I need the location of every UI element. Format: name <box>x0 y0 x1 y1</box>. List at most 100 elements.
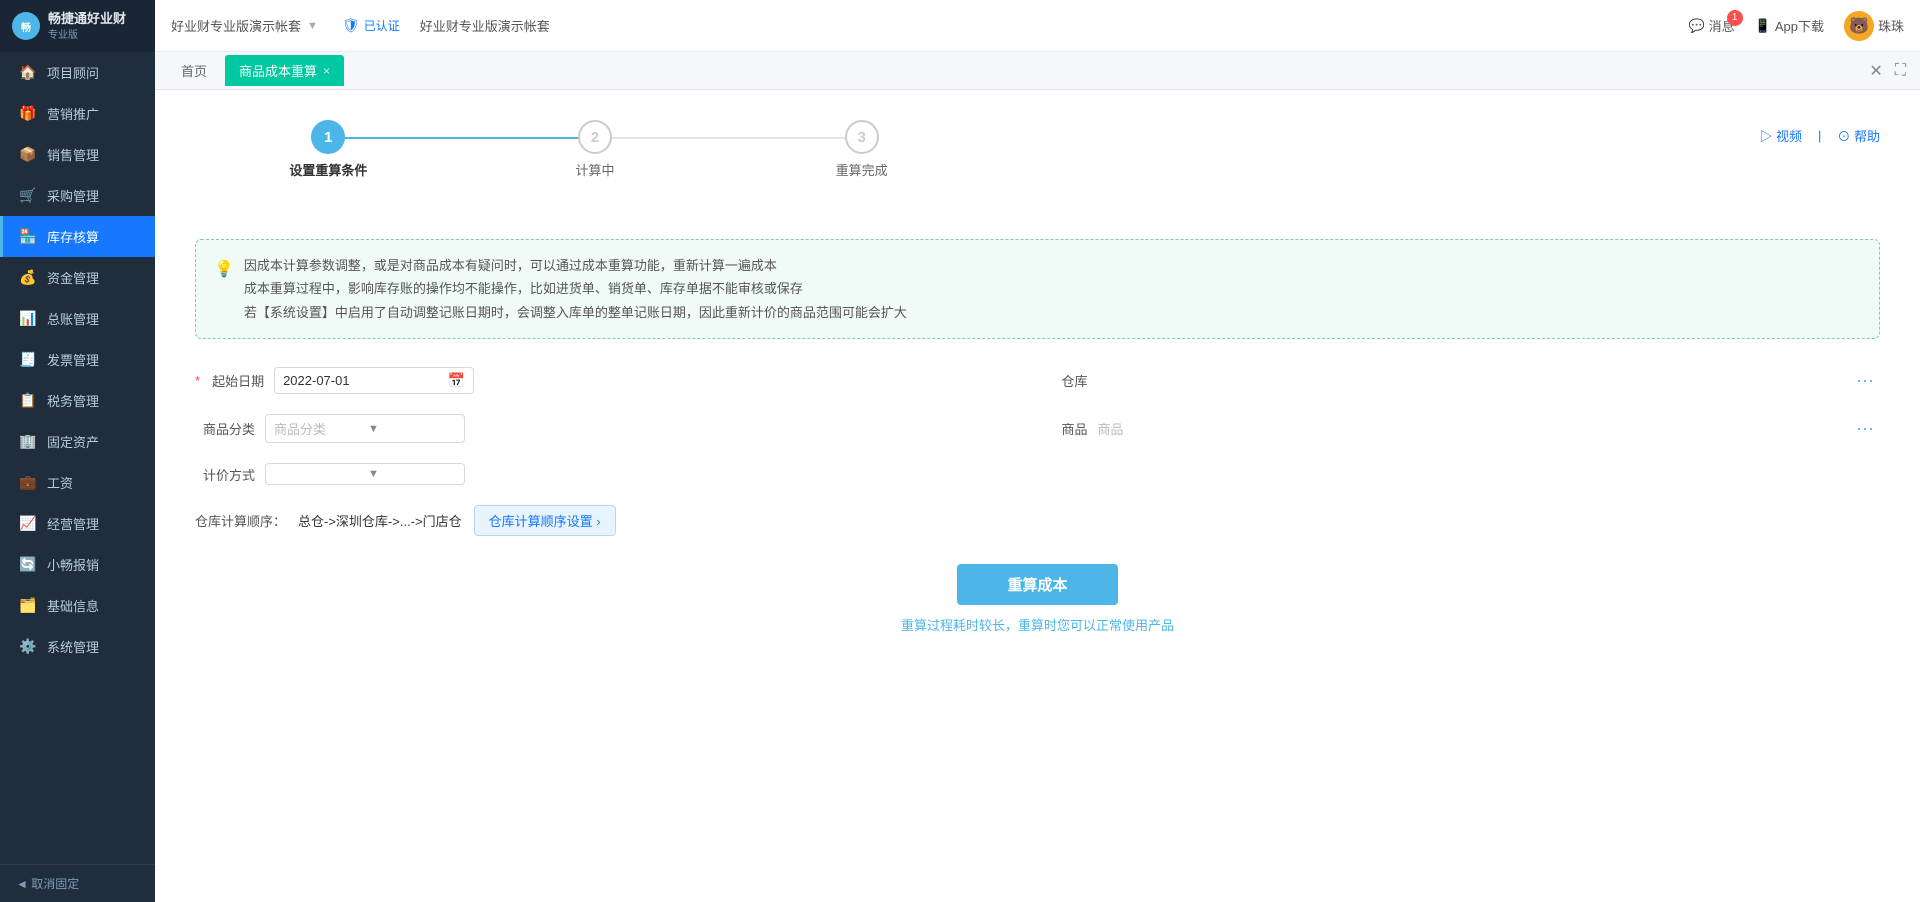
warehouse-select-btn[interactable]: ··· <box>1850 368 1880 393</box>
marketing-icon: 🎁 <box>19 105 37 122</box>
form-row-2: 商品分类 商品分类 ▼ 商品 商品 ··· <box>195 414 1880 443</box>
inventory-icon: 🏪 <box>19 228 37 245</box>
sidebar-item-marketing[interactable]: 🎁 营销推广 <box>0 93 155 134</box>
close-window-icon[interactable]: ✕ <box>1867 59 1884 83</box>
topbar-right: 💬 消息 1 📱 App下载 🐻 珠珠 <box>1688 11 1904 41</box>
message-icon: 💬 <box>1688 18 1704 34</box>
form-section: * 起始日期 📅 仓库 ··· 商品分类 <box>195 367 1880 485</box>
goods-placeholder: 商品 <box>1098 419 1841 438</box>
recalc-hint: 重算过程耗时较长，重算时您可以正常使用产品 <box>901 615 1174 634</box>
invoice-icon: 🧾 <box>19 351 37 368</box>
app-edition: 专业版 <box>48 26 126 41</box>
step-3-label: 重算完成 <box>836 160 888 179</box>
warehouse-label: 仓库 <box>1048 371 1088 390</box>
pricing-label: 计价方式 <box>195 465 255 484</box>
sidebar-item-finance[interactable]: 💰 资金管理 <box>0 257 155 298</box>
expense-icon: 🔄 <box>19 556 37 573</box>
category-chevron-icon: ▼ <box>368 423 456 435</box>
start-date-label: 起始日期 <box>212 371 264 390</box>
sidebar-item-accounting[interactable]: 📊 总账管理 <box>0 298 155 339</box>
video-link[interactable]: ▷ 视频 <box>1759 126 1802 145</box>
accounting-icon: 📊 <box>19 310 37 327</box>
step-2-label: 计算中 <box>576 160 615 179</box>
bulb-icon: 💡 <box>214 256 234 324</box>
info-box: 💡 因成本计算参数调整，或是对商品成本有疑问时，可以通过成本重算功能，重新计算一… <box>195 239 1880 339</box>
sidebar-item-expense[interactable]: 🔄 小畅报销 <box>0 544 155 585</box>
start-date-input-wrapper[interactable]: 📅 <box>274 367 474 394</box>
topbar: 好业财专业版演示帐套 ▼ 🛡 已认证 好业财专业版演示帐套 💬 消息 1 📱 A… <box>155 0 1920 52</box>
sidebar-item-purchase[interactable]: 🛒 采购管理 <box>0 175 155 216</box>
warehouse-group: 仓库 ··· <box>1048 368 1881 393</box>
step-1-line <box>328 137 595 139</box>
step-1-circle: 1 <box>311 120 345 154</box>
avatar: 🐻 <box>1844 11 1874 41</box>
sidebar-item-inventory[interactable]: 🏪 库存核算 <box>0 216 155 257</box>
sidebar-scroll: 🏠 项目顾问 🎁 营销推广 📦 销售管理 🛒 采购管理 🏪 库存核算 💰 资金管… <box>0 52 155 864</box>
finance-icon: 💰 <box>19 269 37 286</box>
warehouse-order-value: 总仓->深圳仓库->...->门店仓 <box>298 511 462 530</box>
info-line-2: 成本重算过程中，影响库存账的操作均不能操作，比如进货单、销货单、库存单据不能审核… <box>244 277 907 300</box>
step-2-line <box>595 137 862 139</box>
step-2-circle: 2 <box>578 120 612 154</box>
pricing-chevron-icon: ▼ <box>368 468 456 480</box>
main-area: 好业财专业版演示帐套 ▼ 🛡 已认证 好业财专业版演示帐套 💬 消息 1 📱 A… <box>155 0 1920 902</box>
category-label: 商品分类 <box>195 419 255 438</box>
warehouse-order-row: 仓库计算顺序： 总仓->深圳仓库->...->门店仓 仓库计算顺序设置 › <box>195 505 1880 536</box>
step-3-circle: 3 <box>845 120 879 154</box>
tab-home[interactable]: 首页 <box>167 55 221 86</box>
start-date-group: * 起始日期 📅 <box>195 367 1028 394</box>
shield-icon: 🛡 <box>342 17 360 34</box>
steps-help: ▷ 视频 | ⊙ 帮助 <box>1759 120 1880 145</box>
sidebar-item-sales[interactable]: 📦 销售管理 <box>0 134 155 175</box>
account-selector[interactable]: 好业财专业版演示帐套 ▼ <box>171 16 318 35</box>
calendar-icon[interactable]: 📅 <box>448 372 465 389</box>
pricing-group: 计价方式 ▼ <box>195 463 1028 485</box>
action-section: 重算成本 重算过程耗时较长，重算时您可以正常使用产品 <box>195 564 1880 634</box>
app-name: 畅捷通好业财 <box>48 11 126 27</box>
tabbar: 首页 商品成本重算 × ✕ ⛶ <box>155 52 1920 90</box>
sidebar-item-salary[interactable]: 💼 工资 <box>0 462 155 503</box>
tax-icon: 📋 <box>19 392 37 409</box>
pricing-select[interactable]: ▼ <box>265 463 465 485</box>
help-link[interactable]: ⊙ 帮助 <box>1837 126 1880 145</box>
expand-icon[interactable]: ⛶ <box>1893 60 1908 82</box>
step-1-label: 设置重算条件 <box>289 160 367 179</box>
start-date-input[interactable] <box>283 373 442 388</box>
sidebar-item-tax[interactable]: 📋 税务管理 <box>0 380 155 421</box>
system-icon: ⚙️ <box>19 638 37 655</box>
sidebar-item-operation[interactable]: 📈 经营管理 <box>0 503 155 544</box>
phone-icon: 📱 <box>1755 18 1771 34</box>
sidebar-item-basic[interactable]: 🗂️ 基础信息 <box>0 585 155 626</box>
required-star: * <box>195 373 200 388</box>
basic-icon: 🗂️ <box>19 597 37 614</box>
sidebar-item-invoice[interactable]: 🧾 发票管理 <box>0 339 155 380</box>
content-area: 1 设置重算条件 2 计算中 3 <box>155 90 1920 902</box>
tab-close-icon[interactable]: × <box>323 64 330 78</box>
goods-label: 商品 <box>1048 419 1088 438</box>
form-row-1: * 起始日期 📅 仓库 ··· <box>195 367 1880 394</box>
messages-button[interactable]: 💬 消息 1 <box>1688 16 1734 35</box>
sidebar-item-system[interactable]: ⚙️ 系统管理 <box>0 626 155 667</box>
goods-select-btn[interactable]: ··· <box>1850 416 1880 441</box>
sidebar-item-project[interactable]: 🏠 项目顾问 <box>0 52 155 93</box>
step-2: 2 计算中 <box>462 120 729 179</box>
project-icon: 🏠 <box>19 64 37 81</box>
info-line-3: 若【系统设置】中启用了自动调整记账日期时，会调整入库单的整单记账日期，因此重新计… <box>244 301 907 324</box>
tab-recalc[interactable]: 商品成本重算 × <box>225 55 344 86</box>
category-select[interactable]: 商品分类 ▼ <box>265 414 465 443</box>
info-line-1: 因成本计算参数调整，或是对商品成本有疑问时，可以通过成本重算功能，重新计算一遍成… <box>244 254 907 277</box>
sidebar: 畅 畅捷通好业财 专业版 🏠 项目顾问 🎁 营销推广 📦 销售管理 🛒 采购管理… <box>0 0 155 902</box>
assets-icon: 🏢 <box>19 433 37 450</box>
messages-badge: 1 <box>1727 10 1743 26</box>
user-avatar-button[interactable]: 🐻 珠珠 <box>1844 11 1904 41</box>
warehouse-order-settings-btn[interactable]: 仓库计算顺序设置 › <box>474 505 616 536</box>
sales-icon: 📦 <box>19 146 37 163</box>
step-1: 1 设置重算条件 <box>195 120 462 179</box>
sidebar-unpin-button[interactable]: ◄ 取消固定 <box>0 864 155 902</box>
recalc-button[interactable]: 重算成本 <box>957 564 1117 605</box>
sidebar-item-assets[interactable]: 🏢 固定资产 <box>0 421 155 462</box>
verified-badge: 🛡 已认证 <box>342 17 400 34</box>
salary-icon: 💼 <box>19 474 37 491</box>
warehouse-order-label: 仓库计算顺序： <box>195 511 286 530</box>
app-download-button[interactable]: 📱 App下载 <box>1755 16 1824 35</box>
